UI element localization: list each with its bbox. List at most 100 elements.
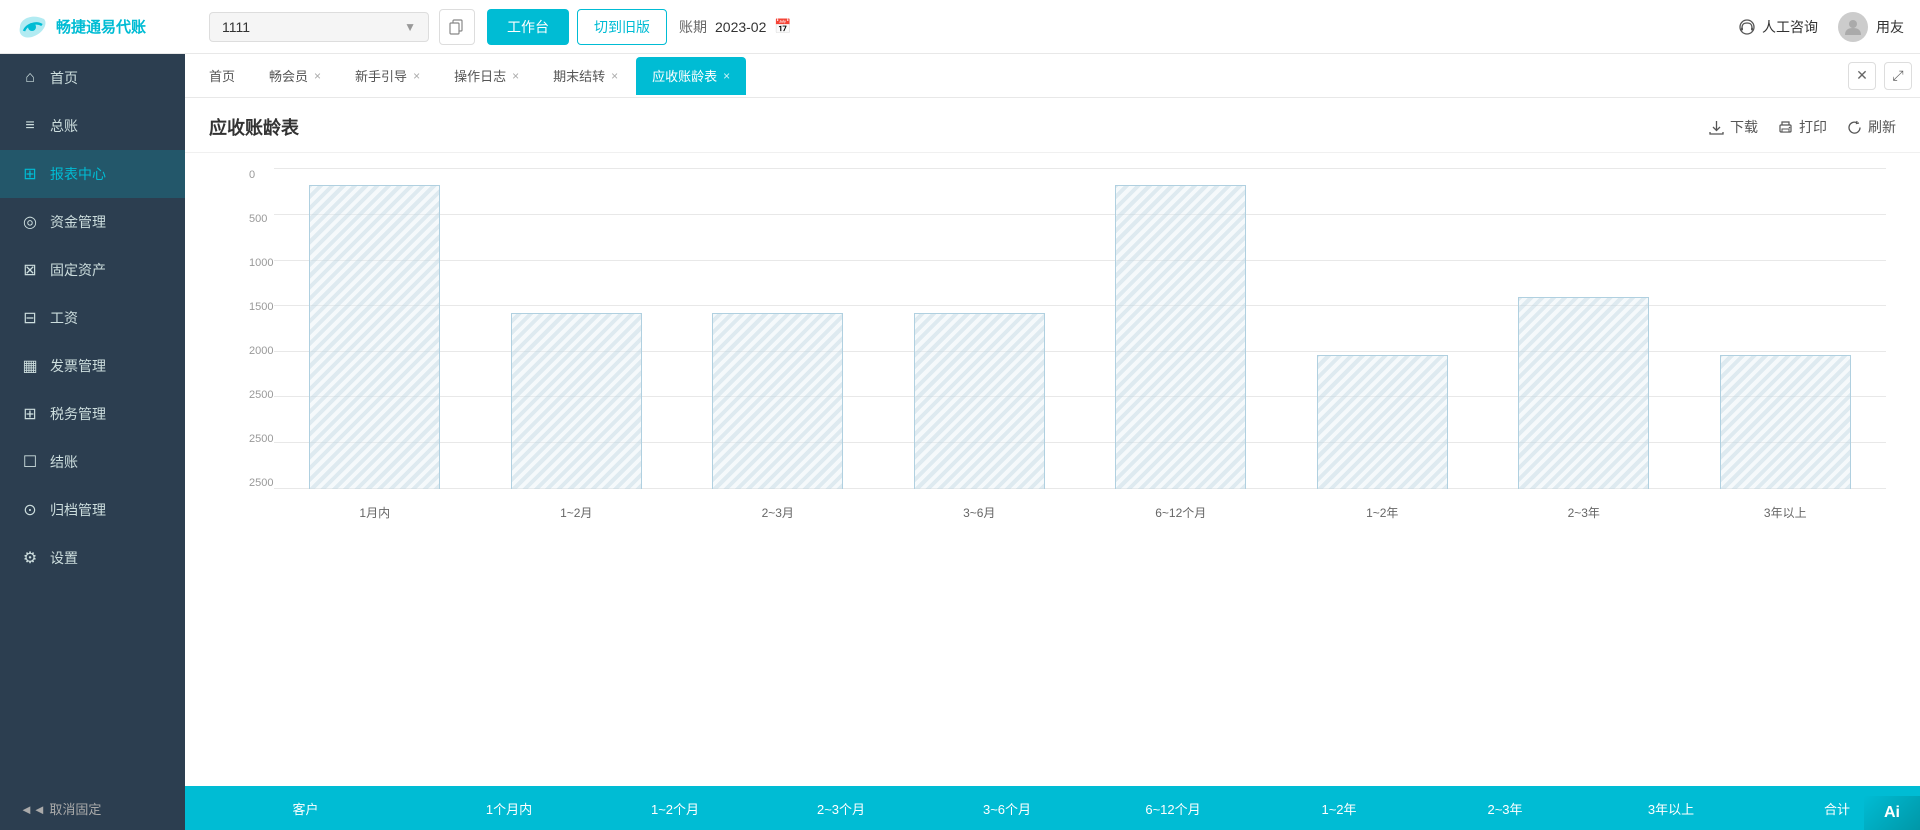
sidebar-label-5: 工资	[50, 308, 78, 328]
download-icon	[1709, 120, 1724, 135]
chart-wrapper: 2500250025002000150010005000 1月内1~2月2~3月…	[209, 169, 1896, 529]
tab-expand-button[interactable]: ⤢	[1884, 62, 1912, 90]
sidebar-item-总账[interactable]: ≡ 总账	[0, 102, 185, 150]
ai-badge[interactable]: Ai	[1864, 796, 1920, 830]
download-button[interactable]: 下载	[1709, 117, 1758, 137]
sidebar-label-8: 结账	[50, 452, 78, 472]
company-selector[interactable]: 1111 ▼	[209, 12, 429, 42]
tab-label-5: 应收账龄表	[652, 66, 717, 85]
y-label: 2000	[249, 345, 273, 357]
refresh-button[interactable]: 刷新	[1847, 117, 1896, 137]
tab-close-5[interactable]: ×	[723, 70, 730, 82]
y-label: 2500	[249, 433, 273, 445]
x-label-2: 2~3月	[677, 504, 879, 521]
x-label-7: 3年以上	[1685, 504, 1887, 521]
tab-close-3[interactable]: ×	[512, 70, 519, 82]
tab-label-1: 畅会员	[269, 66, 308, 85]
content-area: 首页畅会员×新手引导×操作日志×期末结转×应收账龄表× ✕ ⤢ 应收账龄表 下载	[185, 54, 1920, 830]
chart-bars	[274, 169, 1886, 489]
tab-close-4[interactable]: ×	[611, 70, 618, 82]
sidebar-label-1: 总账	[50, 116, 78, 136]
sidebar-icon-8: ☐	[20, 452, 40, 472]
sidebar: ⌂ 首页 ≡ 总账 ⊞ 报表中心 ◎ 资金管理 ⊠ 固定资产 ⊟ 工资 ▦ 发票…	[0, 54, 185, 830]
page-title: 应收账龄表	[209, 114, 299, 140]
th-cell-5: 6~12个月	[1090, 799, 1256, 818]
copy-button[interactable]	[439, 9, 475, 45]
print-button[interactable]: 打印	[1778, 117, 1827, 137]
bar-3	[914, 313, 1045, 489]
y-label: 1000	[249, 257, 273, 269]
main-layout: ⌂ 首页 ≡ 总账 ⊞ 报表中心 ◎ 资金管理 ⊠ 固定资产 ⊟ 工资 ▦ 发票…	[0, 54, 1920, 830]
sidebar-icon-1: ≡	[20, 117, 40, 135]
bar-group-7	[1685, 169, 1887, 489]
sidebar-item-资金管理[interactable]: ◎ 资金管理	[0, 198, 185, 246]
sidebar-item-归档管理[interactable]: ⊙ 归档管理	[0, 486, 185, 534]
tab-close-button[interactable]: ✕	[1848, 62, 1876, 90]
period-label: 账期	[679, 17, 707, 37]
page-actions: 下载 打印	[1709, 117, 1896, 137]
tab-畅会员[interactable]: 畅会员 ×	[253, 57, 337, 95]
sidebar-item-发票管理[interactable]: ▦ 发票管理	[0, 342, 185, 390]
sidebar-icon-5: ⊟	[20, 308, 40, 328]
th-cell-7: 2~3年	[1422, 799, 1588, 818]
tab-首页[interactable]: 首页	[193, 57, 251, 95]
sidebar-item-固定资产[interactable]: ⊠ 固定资产	[0, 246, 185, 294]
logo-text: 畅捷通易代账	[56, 16, 146, 37]
copy-icon	[449, 19, 465, 35]
sidebar-item-设置[interactable]: ⚙ 设置	[0, 534, 185, 582]
page-header: 应收账龄表 下载	[185, 98, 1920, 153]
tab-操作日志[interactable]: 操作日志 ×	[438, 57, 535, 95]
sidebar-label-9: 归档管理	[50, 500, 106, 520]
th-cell-1: 1个月内	[426, 799, 592, 818]
th-cell-6: 1~2年	[1256, 799, 1422, 818]
ai-label: Ai	[1884, 804, 1900, 822]
sidebar-item-报表中心[interactable]: ⊞ 报表中心	[0, 150, 185, 198]
sidebar-item-工资[interactable]: ⊟ 工资	[0, 294, 185, 342]
calendar-icon[interactable]: 📅	[774, 18, 791, 35]
tab-close-2[interactable]: ×	[413, 70, 420, 82]
th-cell-8: 3年以上	[1588, 799, 1754, 818]
x-label-6: 2~3年	[1483, 504, 1685, 521]
tab-期末结转[interactable]: 期末结转 ×	[537, 57, 634, 95]
tab-label-3: 操作日志	[454, 66, 506, 85]
headset-icon	[1738, 18, 1756, 36]
bar-group-6	[1483, 169, 1685, 489]
switch-old-button[interactable]: 切到旧版	[577, 9, 667, 45]
chart-container: 2500250025002000150010005000 1月内1~2月2~3月…	[185, 153, 1920, 786]
user-label: 用友	[1876, 17, 1904, 37]
bar-6	[1518, 297, 1649, 489]
sidebar-bottom[interactable]: ◄◄ 取消固定	[0, 787, 185, 830]
print-label: 打印	[1799, 117, 1827, 137]
bar-5	[1317, 355, 1448, 489]
bar-group-3	[879, 169, 1081, 489]
y-label: 1500	[249, 301, 273, 313]
user-area[interactable]: 用友	[1838, 12, 1904, 42]
chevron-down-icon: ▼	[404, 20, 416, 34]
tab-close-1[interactable]: ×	[314, 70, 321, 82]
tab-label-4: 期末结转	[553, 66, 605, 85]
bar-group-1	[476, 169, 678, 489]
chart-y-axis: 2500250025002000150010005000	[249, 169, 273, 489]
tab-bar: 首页畅会员×新手引导×操作日志×期末结转×应收账龄表× ✕ ⤢	[185, 54, 1920, 98]
sidebar-icon-7: ⊞	[20, 404, 40, 424]
tab-应收账龄表[interactable]: 应收账龄表 ×	[636, 57, 746, 95]
x-label-1: 1~2月	[476, 504, 678, 521]
sidebar-icon-4: ⊠	[20, 260, 40, 280]
company-name: 1111	[222, 19, 396, 35]
sidebar-item-结账[interactable]: ☐ 结账	[0, 438, 185, 486]
sidebar-item-税务管理[interactable]: ⊞ 税务管理	[0, 390, 185, 438]
y-label: 500	[249, 213, 273, 225]
sidebar-icon-0: ⌂	[20, 69, 40, 87]
period-value: 2023-02	[715, 19, 766, 35]
workbench-button[interactable]: 工作台	[487, 9, 569, 45]
support-button[interactable]: 人工咨询	[1738, 17, 1818, 37]
sidebar-icon-3: ◎	[20, 212, 40, 232]
sidebar-icon-10: ⚙	[20, 548, 40, 568]
header-right: 人工咨询 用友	[1738, 12, 1904, 42]
support-label: 人工咨询	[1762, 17, 1818, 37]
tab-新手引导[interactable]: 新手引导×	[339, 57, 436, 95]
logo-area: 畅捷通易代账	[16, 11, 201, 43]
bar-2	[712, 313, 843, 489]
sidebar-item-首页[interactable]: ⌂ 首页	[0, 54, 185, 102]
bar-0	[309, 185, 440, 489]
